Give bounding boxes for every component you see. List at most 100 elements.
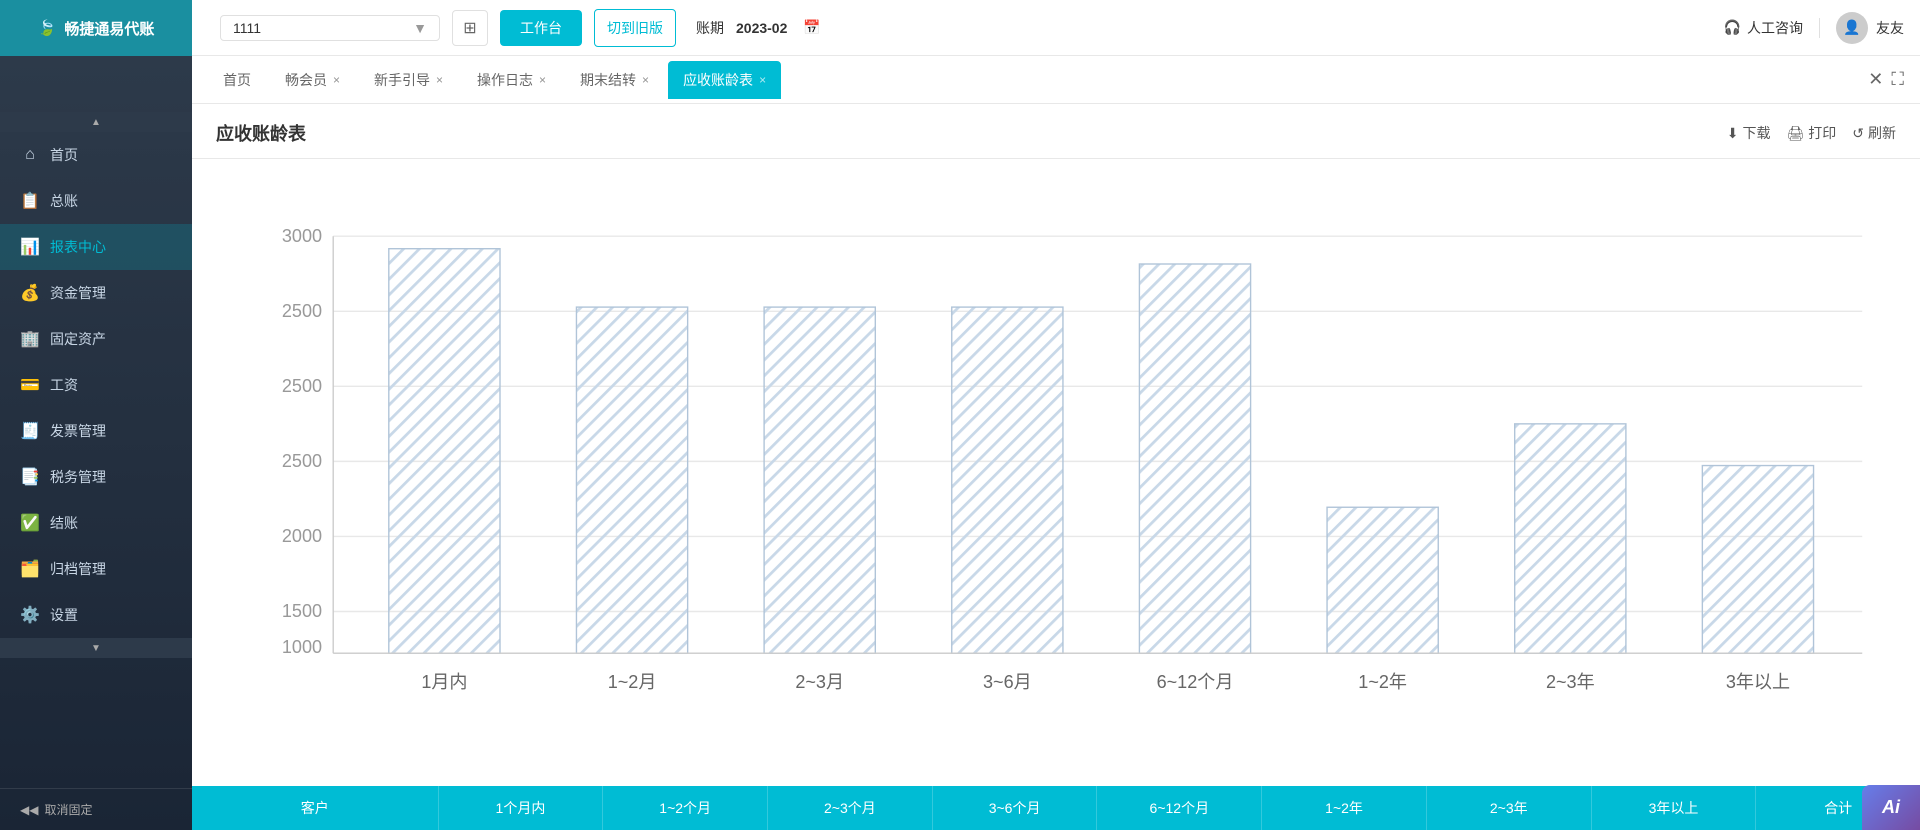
svg-text:1~2月: 1~2月 (608, 672, 657, 692)
tab-guide[interactable]: 新手引导 × (359, 61, 458, 99)
svg-text:1月内: 1月内 (421, 672, 467, 692)
tab-period-end[interactable]: 期末结转 × (565, 61, 664, 99)
table-header: 客户 1个月内 1~2个月 2~3个月 3~6个月 6~12个月 (192, 786, 1920, 830)
bar-6-12月 (1139, 264, 1250, 653)
download-button[interactable]: ⬇ 下载 (1727, 123, 1771, 143)
cancel-pin-button[interactable]: ◀◀ 取消固定 (0, 788, 192, 830)
period-label: 账期 (696, 18, 724, 38)
sidebar-item-home[interactable]: ⌂ 首页 (0, 132, 192, 178)
sidebar-label-reports: 报表中心 (50, 237, 106, 257)
bar-1月内 (389, 249, 500, 653)
sidebar-label-assets: 固定资产 (50, 329, 106, 349)
svg-text:2500: 2500 (282, 301, 322, 321)
reports-icon: 📊 (20, 237, 40, 257)
sidebar-label-home: 首页 (50, 145, 78, 165)
sidebar-item-invoice[interactable]: 🧾 发票管理 (0, 408, 192, 454)
switch-version-button[interactable]: 切到旧版 (594, 9, 676, 47)
company-selector[interactable]: 1111 ▼ (220, 15, 440, 41)
tab-aging-close[interactable]: × (759, 73, 766, 87)
app-logo: 🍃 畅捷通易代账 (0, 0, 192, 56)
print-icon: 🖨 (1786, 125, 1804, 142)
page-actions: ⬇ 下载 🖨 打印 ↺ 刷新 (1727, 123, 1896, 143)
pin-icon: ◀◀ (20, 803, 38, 817)
sidebar-label-ledger: 总账 (50, 191, 78, 211)
tab-aging-label: 应收账龄表 (683, 70, 753, 90)
top-header: 🍃 畅捷通易代账 1111 ▼ ⊞ 工作台 切到旧版 账期 2023-02 📅 … (0, 0, 1920, 56)
bar-2-3月 (764, 307, 875, 653)
svg-text:3~6月: 3~6月 (983, 672, 1032, 692)
col-2-3month: 2~3个月 (768, 786, 933, 830)
bar-1-2年 (1327, 507, 1438, 653)
consult-label: 人工咨询 (1747, 18, 1803, 38)
sidebar-scroll-up[interactable]: ▲ (0, 112, 192, 132)
sidebar-item-settings[interactable]: ⚙️ 设置 (0, 592, 192, 638)
avatar: 👤 (1836, 12, 1868, 44)
sidebar-scroll-down[interactable]: ▼ (0, 638, 192, 658)
logo-icon: 🍃 (38, 19, 57, 37)
col-1-2month: 1~2个月 (603, 786, 768, 830)
home-icon: ⌂ (20, 146, 40, 164)
sidebar-item-funds[interactable]: 💰 资金管理 (0, 270, 192, 316)
sidebar-item-salary[interactable]: 💳 工资 (0, 362, 192, 408)
col-2-3year: 2~3年 (1427, 786, 1592, 830)
workbench-button[interactable]: 工作台 (500, 10, 582, 46)
sidebar-item-ledger[interactable]: 📋 总账 (0, 178, 192, 224)
page-title: 应收账龄表 (216, 120, 306, 146)
svg-text:3年以上: 3年以上 (1726, 672, 1790, 692)
bar-1-2月 (576, 307, 687, 653)
tax-icon: 📑 (20, 467, 40, 487)
settings-icon: ⚙️ (20, 605, 40, 625)
tab-period-end-close[interactable]: × (642, 73, 649, 87)
company-name: 1111 (233, 20, 261, 36)
col-3year-plus: 3年以上 (1592, 786, 1757, 830)
print-label: 打印 (1808, 123, 1836, 143)
svg-text:2~3年: 2~3年 (1546, 672, 1595, 692)
sidebar-label-tax: 税务管理 (50, 467, 106, 487)
ai-badge[interactable]: Ai (1862, 785, 1920, 830)
refresh-button[interactable]: ↺ 刷新 (1852, 123, 1896, 143)
consult-button[interactable]: 🎧 人工咨询 (1724, 18, 1803, 38)
settings-icon-btn[interactable]: ⊞ (452, 10, 488, 46)
tab-aging[interactable]: 应收账龄表 × (668, 61, 781, 99)
download-icon: ⬇ (1727, 125, 1739, 142)
svg-text:2000: 2000 (282, 526, 322, 546)
close-tab-button[interactable]: ✕ (1868, 69, 1883, 90)
username: 友友 (1876, 18, 1904, 38)
sidebar-item-archive[interactable]: 🗂️ 归档管理 (0, 546, 192, 592)
refresh-label: 刷新 (1868, 123, 1896, 143)
tab-oplog[interactable]: 操作日志 × (462, 61, 561, 99)
bar-3年以上 (1702, 466, 1813, 654)
sidebar-label-salary: 工资 (50, 375, 78, 395)
tab-member-close[interactable]: × (333, 73, 340, 87)
tab-guide-close[interactable]: × (436, 73, 443, 87)
download-label: 下载 (1742, 123, 1770, 143)
page-header: 应收账龄表 ⬇ 下载 🖨 打印 ↺ 刷新 (192, 104, 1920, 159)
sidebar-item-assets[interactable]: 🏢 固定资产 (0, 316, 192, 362)
sidebar-label-checkout: 结账 (50, 513, 78, 533)
tab-home-label: 首页 (223, 70, 251, 90)
bar-2-3年 (1515, 424, 1626, 653)
archive-icon: 🗂️ (20, 559, 40, 579)
tab-member[interactable]: 畅会员 × (270, 61, 355, 99)
sidebar-item-tax[interactable]: 📑 税务管理 (0, 454, 192, 500)
sidebar-item-checkout[interactable]: ✅ 结账 (0, 500, 192, 546)
app-name: 畅捷通易代账 (64, 18, 154, 39)
tab-oplog-close[interactable]: × (539, 73, 546, 87)
sidebar-item-reports[interactable]: 📊 报表中心 (0, 224, 192, 270)
tab-home[interactable]: 首页 (208, 61, 266, 99)
chart-container: 3000 2500 2500 2500 2000 1500 1000 (192, 159, 1920, 786)
user-area[interactable]: 👤 友友 (1836, 12, 1904, 44)
salary-icon: 💳 (20, 375, 40, 395)
col-3-6month: 3~6个月 (933, 786, 1098, 830)
headset-icon: 🎧 (1724, 19, 1741, 36)
sidebar: ▲ ⌂ 首页 📋 总账 📊 报表中心 💰 资金管理 🏢 固定资产 💳 工资 🧾 (0, 56, 192, 830)
print-button[interactable]: 🖨 打印 (1786, 123, 1836, 143)
svg-text:3000: 3000 (282, 226, 322, 246)
svg-text:1500: 1500 (282, 601, 322, 621)
sidebar-label-invoice: 发票管理 (50, 421, 106, 441)
assets-icon: 🏢 (20, 329, 40, 349)
invoice-icon: 🧾 (20, 421, 40, 441)
expand-tab-button[interactable]: ⛶ (1891, 69, 1904, 90)
col-1-2year: 1~2年 (1262, 786, 1427, 830)
calendar-icon[interactable]: 📅 (803, 19, 820, 36)
